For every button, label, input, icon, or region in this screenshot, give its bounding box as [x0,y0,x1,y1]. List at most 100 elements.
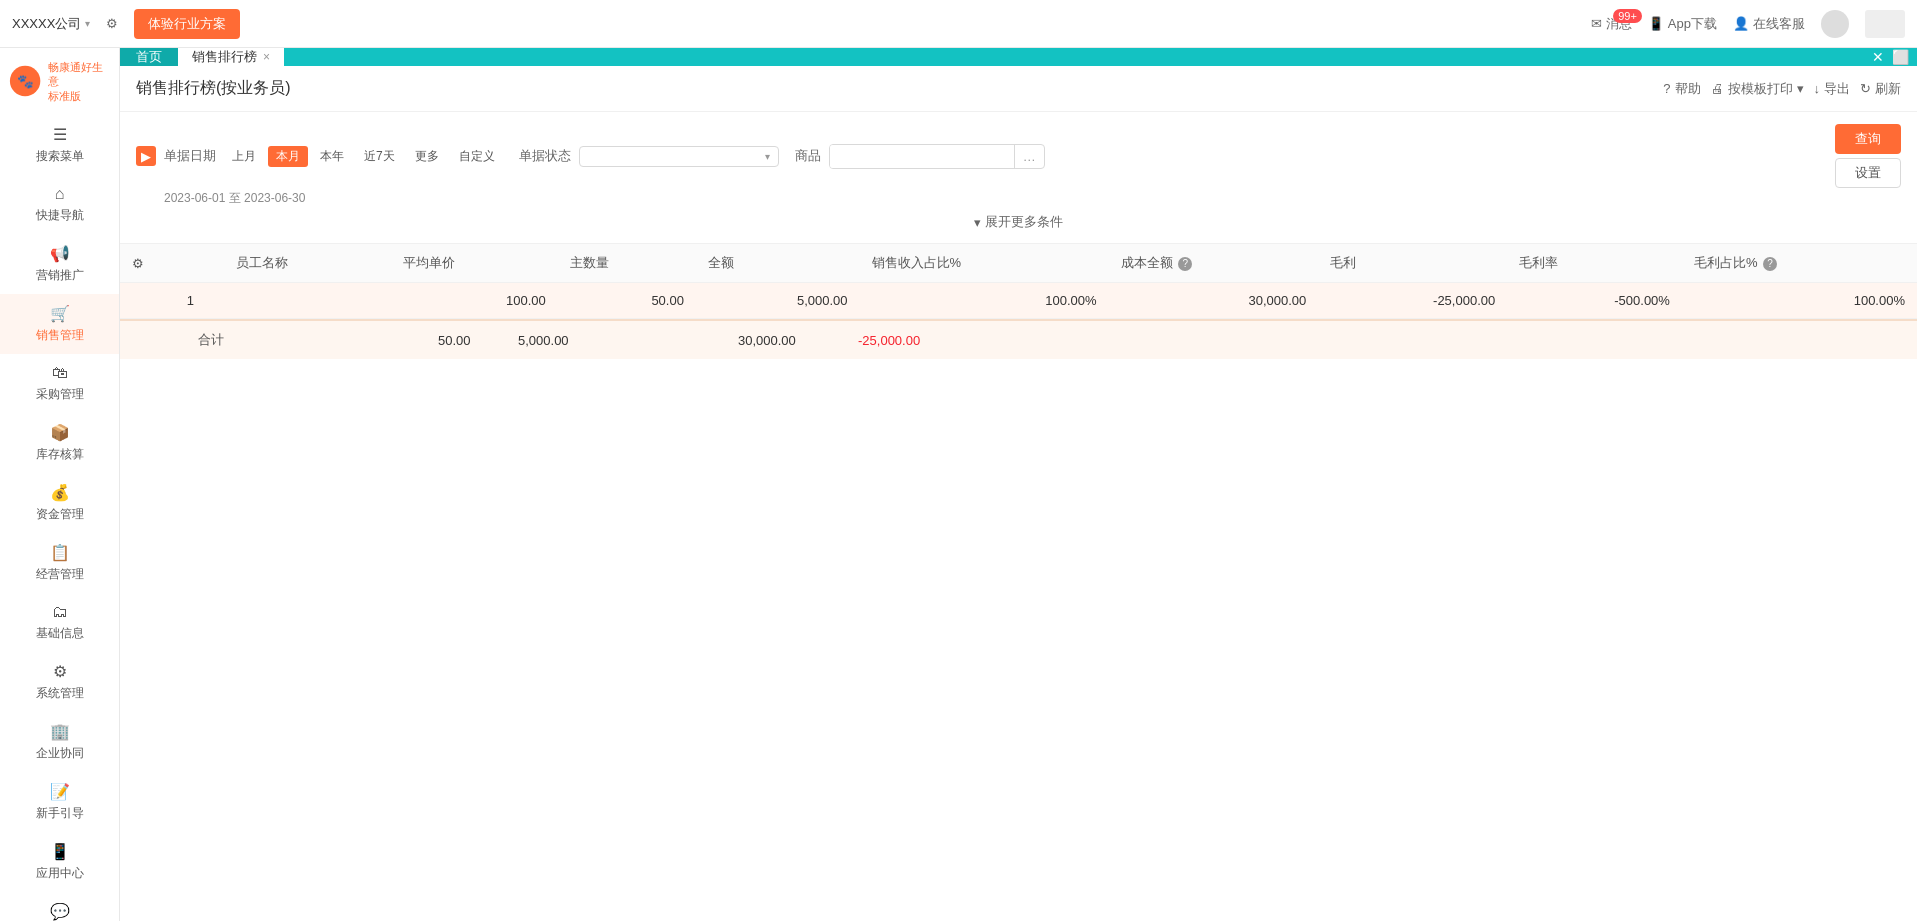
sidebar-icon-operations: 📋 [50,543,70,562]
td-settings [120,283,156,319]
tab-home[interactable]: 首页 [120,48,178,66]
sidebar-label-search-order: 搜索菜单 [36,148,84,165]
expand-conditions-button[interactable]: ▾ 展开更多条件 [136,213,1901,231]
th-cost: 成本全额 ? [1109,244,1319,283]
print-button[interactable]: 🖨 按模板打印 ▾ [1711,80,1804,98]
td-profit-pct: 100.00% [1682,283,1917,319]
filter-indicator[interactable]: ▶ [136,146,156,166]
sidebar-icon-inventory: 📦 [50,423,70,442]
refresh-label: 刷新 [1875,80,1901,98]
sidebar-icon-basic-info: 🗂 [52,603,68,621]
sidebar-item-purchase[interactable]: 🛍采购管理 [0,354,119,413]
sidebar-item-quick-nav[interactable]: ⌂快捷导航 [0,175,119,234]
sidebar-icon-sales: 🛒 [50,304,70,323]
date-opt-custom[interactable]: 自定义 [451,146,503,167]
cost-hint-icon[interactable]: ? [1178,257,1192,271]
date-range-display: 2023-06-01 至 2023-06-30 [136,190,1901,207]
logo-text: 畅康通好生意 标准版 [48,60,111,103]
print-icon: 🖨 [1711,81,1724,96]
status-filter-label: 单据状态 [519,147,571,165]
tab-close-icon[interactable]: × [263,50,270,64]
tab-close-all-icon[interactable]: ✕ [1872,49,1884,65]
sidebar-item-finance[interactable]: 💰资金管理 [0,473,119,533]
tab-active-label: 销售排行榜 [192,48,257,66]
trial-button[interactable]: 体验行业方案 [134,9,240,39]
sidebar-icon-app-center: 📱 [50,842,70,861]
th-amount: 全额 [696,244,860,283]
export-icon: ↓ [1814,81,1821,96]
date-opt-this-year[interactable]: 本年 [312,146,352,167]
status-chevron-icon: ▾ [765,151,770,162]
footer-amount: 5,000.00 [518,333,618,348]
query-button[interactable]: 查询 [1835,124,1901,154]
sidebar-icon-quick-nav: ⌂ [55,185,65,203]
date-opt-this-month[interactable]: 本月 [268,146,308,167]
print-label: 按模板打印 [1728,80,1793,98]
table-body: 1 100.00 50.00 5,000.00 100.00% 30,000.0… [120,283,1917,319]
sidebar-icon-purchase: 🛍 [52,364,68,382]
profit-pct-hint-icon[interactable]: ? [1763,257,1777,271]
date-opt-last-month[interactable]: 上月 [224,146,264,167]
page-header: 销售排行榜(按业务员) ? 帮助 🖨 按模板打印 ▾ ↓ 导出 [120,66,1917,112]
sidebar-item-system[interactable]: ⚙系统管理 [0,652,119,712]
app-download-button[interactable]: 📱 App下载 [1648,15,1717,33]
refresh-button[interactable]: ↻ 刷新 [1860,80,1901,98]
logo-area: 🐾 畅康通好生意 标准版 [0,48,119,115]
td-cost: 30,000.00 [1109,283,1319,319]
sidebar-item-basic-info[interactable]: 🗂 基础信息 [0,593,119,652]
th-avg-price: 平均单价 [391,244,558,283]
sidebar-item-enterprise-wechat[interactable]: 💬企业微信 [0,892,119,921]
th-rank [156,244,224,283]
export-button[interactable]: ↓ 导出 [1814,80,1851,98]
date-opt-more[interactable]: 更多 [407,146,447,167]
th-name: 员工名称 [224,244,391,283]
settings-button[interactable]: 设置 [1835,158,1901,188]
help-icon: ? [1663,81,1670,96]
tab-home-label: 首页 [136,48,162,66]
online-service-button[interactable]: 👤 在线客服 [1733,15,1805,33]
th-sales-pct: 销售收入占比% [860,244,1109,283]
sidebar-item-app-center[interactable]: 📱应用中心 [0,832,119,892]
footer-qty: 50.00 [438,333,518,348]
user-name-area [1865,10,1905,38]
sidebar-label-system: 系统管理 [36,685,84,702]
goods-filter: 商品 … [795,144,1045,169]
sidebar-icon-marketing: 📢 [50,244,70,263]
sidebar-label-marketing: 营销推广 [36,267,84,284]
th-profit-pct: 毛利占比% ? [1682,244,1917,283]
online-service-label: 在线客服 [1753,15,1805,33]
th-settings[interactable]: ⚙ [120,244,156,283]
sidebar-item-operations[interactable]: 📋经营管理 [0,533,119,593]
avatar[interactable] [1821,10,1849,38]
sidebar-item-search-order[interactable]: ☰搜索菜单 [0,115,119,175]
date-opt-7days[interactable]: 近7天 [356,146,403,167]
svg-text:🐾: 🐾 [17,73,34,90]
message-button[interactable]: ✉ 消息 99+ [1591,15,1632,33]
tab-maximize-icon[interactable]: ⬜ [1892,49,1909,65]
table-header: ⚙ 员工名称 平均单价 主数量 全额 销售收入占比% 成本全额 ? 毛利 毛利率… [120,244,1917,283]
page-header-actions: ? 帮助 🖨 按模板打印 ▾ ↓ 导出 ↻ 刷新 [1663,80,1901,98]
sidebar-label-basic-info: 基础信息 [36,625,84,642]
status-select[interactable]: ▾ [579,146,779,167]
help-button[interactable]: ? 帮助 [1663,80,1700,98]
company-selector[interactable]: XXXXX公司 ▾ [12,15,90,33]
date-filter-label: 单据日期 [164,147,216,165]
table-area: ⚙ 员工名称 平均单价 主数量 全额 销售收入占比% 成本全额 ? 毛利 毛利率… [120,244,1917,319]
data-table: ⚙ 员工名称 平均单价 主数量 全额 销售收入占比% 成本全额 ? 毛利 毛利率… [120,244,1917,319]
sidebar-item-inventory[interactable]: 📦库存核算 [0,413,119,473]
sidebar-item-guide[interactable]: 📝新手引导 [0,772,119,832]
header-right: ✉ 消息 99+ 📱 App下载 👤 在线客服 [1591,10,1905,38]
expand-label: 展开更多条件 [985,213,1063,231]
help-label: 帮助 [1675,80,1701,98]
goods-input[interactable] [830,145,1014,168]
filter-area: ▶ 单据日期 上月 本月 本年 近7天 更多 自定义 单据状态 [120,112,1917,244]
sidebar-item-sales[interactable]: 🛒销售管理 [0,294,119,354]
message-badge: 99+ [1613,9,1642,23]
layout: 🐾 畅康通好生意 标准版 ☰搜索菜单⌂快捷导航 📢 营销推广 🛒销售管理🛍采购管理📦库… [0,48,1917,921]
tab-active[interactable]: 销售排行榜 × [178,48,284,66]
sidebar-item-enterprise-collab[interactable]: 🏢企业协同 [0,712,119,772]
goods-more-icon[interactable]: … [1014,145,1044,168]
settings-icon[interactable]: ⚙ [98,10,126,38]
sidebar-label-finance: 资金管理 [36,506,84,523]
sidebar-item-marketing[interactable]: 📢 营销推广 [0,234,119,294]
